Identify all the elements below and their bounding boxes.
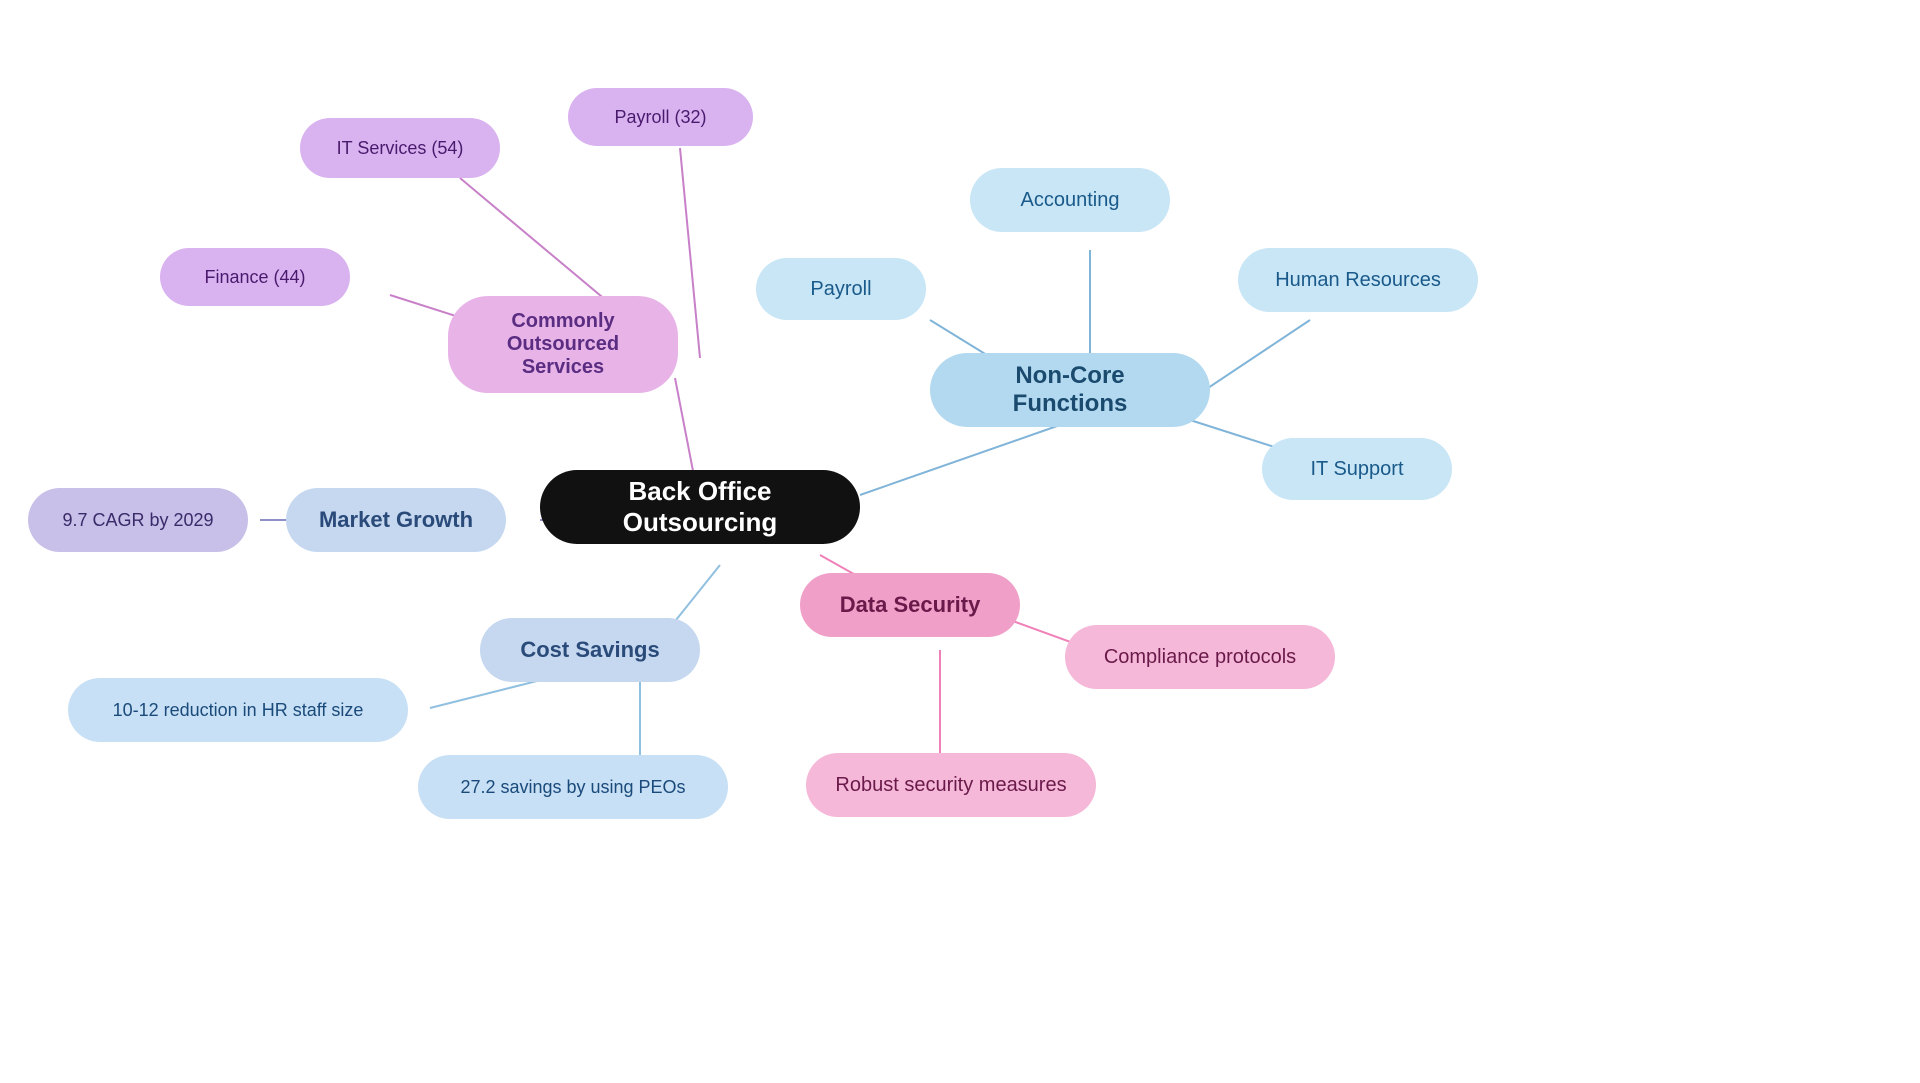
commonly-outsourced-label: Commonly Outsourced Services: [476, 310, 650, 379]
payroll-purple-node: Payroll (32): [568, 88, 753, 146]
payroll-blue-node: Payroll: [756, 258, 926, 320]
accounting-node: Accounting: [970, 168, 1170, 232]
finance-node: Finance (44): [160, 248, 350, 306]
it-services-node: IT Services (54): [300, 118, 500, 178]
center-node: Back Office Outsourcing: [540, 470, 860, 544]
non-core-functions-label: Non-Core Functions: [958, 362, 1182, 418]
hr-reduction-label: 10-12 reduction in HR staff size: [113, 700, 364, 721]
market-growth-label: Market Growth: [319, 507, 473, 533]
market-growth-node: Market Growth: [286, 488, 506, 552]
cagr-node: 9.7 CAGR by 2029: [28, 488, 248, 552]
robust-security-node: Robust security measures: [806, 753, 1096, 817]
hr-reduction-node: 10-12 reduction in HR staff size: [68, 678, 408, 742]
finance-label: Finance (44): [204, 267, 305, 288]
human-resources-node: Human Resources: [1238, 248, 1478, 312]
it-support-node: IT Support: [1262, 438, 1452, 500]
non-core-functions-node: Non-Core Functions: [930, 353, 1210, 427]
payroll-purple-label: Payroll (32): [614, 107, 706, 128]
data-security-node: Data Security: [800, 573, 1020, 637]
robust-security-label: Robust security measures: [835, 774, 1066, 797]
it-support-label: IT Support: [1310, 458, 1403, 481]
human-resources-label: Human Resources: [1275, 269, 1441, 292]
accounting-label: Accounting: [1021, 189, 1120, 212]
data-security-label: Data Security: [840, 592, 981, 618]
peo-savings-label: 27.2 savings by using PEOs: [460, 777, 685, 798]
payroll-blue-label: Payroll: [810, 278, 871, 301]
peo-savings-node: 27.2 savings by using PEOs: [418, 755, 728, 819]
it-services-label: IT Services (54): [337, 138, 464, 159]
cagr-label: 9.7 CAGR by 2029: [62, 510, 213, 531]
compliance-protocols-label: Compliance protocols: [1104, 646, 1296, 669]
commonly-outsourced-node: Commonly Outsourced Services: [448, 296, 678, 393]
cost-savings-node: Cost Savings: [480, 618, 700, 682]
compliance-protocols-node: Compliance protocols: [1065, 625, 1335, 689]
cost-savings-label: Cost Savings: [520, 637, 659, 663]
